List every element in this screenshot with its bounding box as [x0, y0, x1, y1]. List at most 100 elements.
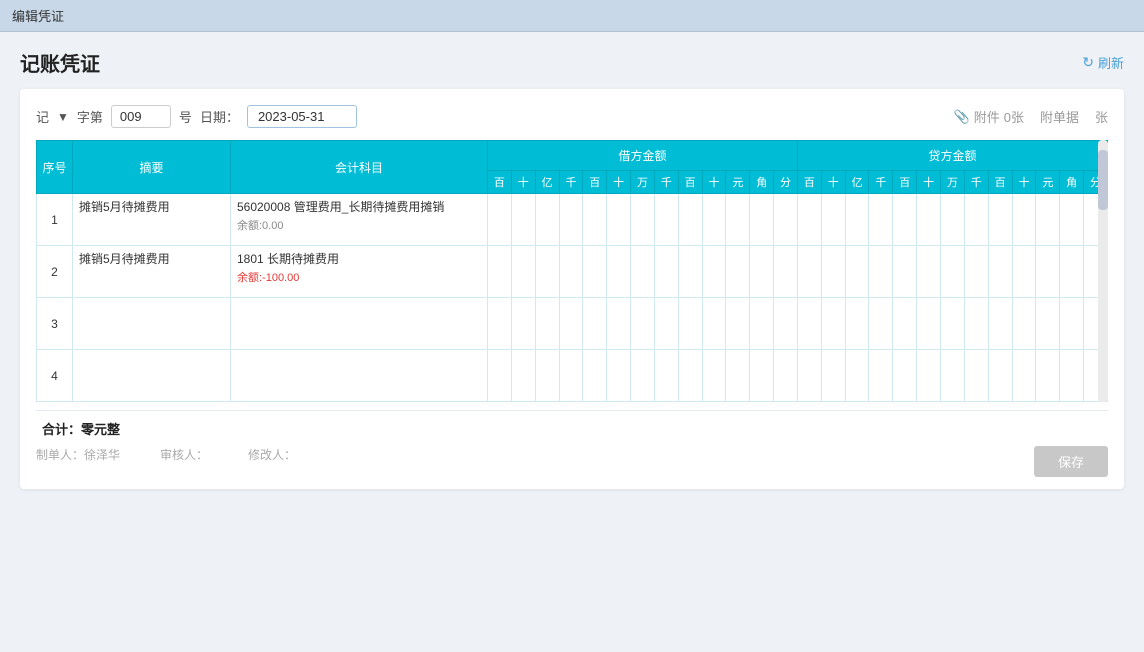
type-dropdown-arrow[interactable]: ▼	[57, 110, 69, 124]
row2-d12[interactable]	[750, 246, 774, 298]
row2-d7[interactable]	[631, 246, 655, 298]
row4-d3[interactable]	[535, 350, 559, 402]
row2-c9[interactable]	[988, 246, 1012, 298]
row4-c12[interactable]	[1060, 350, 1084, 402]
row4-c10[interactable]	[1012, 350, 1036, 402]
row4-c6[interactable]	[917, 350, 941, 402]
row2-d2[interactable]	[511, 246, 535, 298]
voucher-number-input[interactable]	[111, 105, 171, 128]
row3-d2[interactable]	[511, 298, 535, 350]
row1-d3[interactable]	[535, 194, 559, 246]
row2-c12[interactable]	[1060, 246, 1084, 298]
row2-c1[interactable]	[797, 246, 821, 298]
row3-c3[interactable]	[845, 298, 869, 350]
scrollbar-thumb[interactable]	[1098, 150, 1108, 210]
row3-c11[interactable]	[1036, 298, 1060, 350]
row2-c8[interactable]	[964, 246, 988, 298]
row1-c6[interactable]	[917, 194, 941, 246]
row3-c1[interactable]	[797, 298, 821, 350]
row2-summary[interactable]: 摊销5月待摊费用	[72, 246, 230, 298]
row3-c4[interactable]	[869, 298, 893, 350]
row3-c12[interactable]	[1060, 298, 1084, 350]
row2-d9[interactable]	[678, 246, 702, 298]
row2-account[interactable]: 1801 长期待摊费用 余额:-100.00	[230, 246, 487, 298]
row1-c7[interactable]	[941, 194, 965, 246]
row4-c11[interactable]	[1036, 350, 1060, 402]
row4-d12[interactable]	[750, 350, 774, 402]
row2-d1[interactable]	[487, 246, 511, 298]
row4-summary[interactable]	[72, 350, 230, 402]
row1-d12[interactable]	[750, 194, 774, 246]
row4-c4[interactable]	[869, 350, 893, 402]
row4-d11[interactable]	[726, 350, 750, 402]
row3-account[interactable]	[230, 298, 487, 350]
row4-d6[interactable]	[607, 350, 631, 402]
row4-d9[interactable]	[678, 350, 702, 402]
row4-account[interactable]	[230, 350, 487, 402]
row3-c7[interactable]	[941, 298, 965, 350]
row3-d7[interactable]	[631, 298, 655, 350]
row4-d7[interactable]	[631, 350, 655, 402]
row3-d9[interactable]	[678, 298, 702, 350]
row4-d8[interactable]	[654, 350, 678, 402]
row3-c6[interactable]	[917, 298, 941, 350]
row3-d11[interactable]	[726, 298, 750, 350]
row2-d10[interactable]	[702, 246, 726, 298]
row1-c8[interactable]	[964, 194, 988, 246]
row4-d13[interactable]	[774, 350, 798, 402]
row1-d13[interactable]	[774, 194, 798, 246]
row1-d2[interactable]	[511, 194, 535, 246]
row3-d10[interactable]	[702, 298, 726, 350]
row2-d8[interactable]	[654, 246, 678, 298]
row2-c11[interactable]	[1036, 246, 1060, 298]
row3-c9[interactable]	[988, 298, 1012, 350]
row1-c1[interactable]	[797, 194, 821, 246]
row1-c3[interactable]	[845, 194, 869, 246]
row4-c7[interactable]	[941, 350, 965, 402]
row2-d4[interactable]	[559, 246, 583, 298]
row1-c5[interactable]	[893, 194, 917, 246]
row3-d3[interactable]	[535, 298, 559, 350]
save-button[interactable]: 保存	[1034, 446, 1108, 477]
row4-d2[interactable]	[511, 350, 535, 402]
row3-d5[interactable]	[583, 298, 607, 350]
row1-c4[interactable]	[869, 194, 893, 246]
row1-d10[interactable]	[702, 194, 726, 246]
row3-summary[interactable]	[72, 298, 230, 350]
row4-c8[interactable]	[964, 350, 988, 402]
row3-c8[interactable]	[964, 298, 988, 350]
row2-c4[interactable]	[869, 246, 893, 298]
row2-c7[interactable]	[941, 246, 965, 298]
row1-c2[interactable]	[821, 194, 845, 246]
row4-d10[interactable]	[702, 350, 726, 402]
row4-c9[interactable]	[988, 350, 1012, 402]
row1-d4[interactable]	[559, 194, 583, 246]
row3-d8[interactable]	[654, 298, 678, 350]
date-input[interactable]	[247, 105, 357, 128]
row1-d7[interactable]	[631, 194, 655, 246]
row2-d3[interactable]	[535, 246, 559, 298]
row3-d12[interactable]	[750, 298, 774, 350]
row1-summary[interactable]: 摊销5月待摊费用	[72, 194, 230, 246]
row2-d6[interactable]	[607, 246, 631, 298]
row3-d13[interactable]	[774, 298, 798, 350]
row1-d9[interactable]	[678, 194, 702, 246]
row3-d6[interactable]	[607, 298, 631, 350]
row1-account[interactable]: 56020008 管理费用_长期待摊费用摊销 余额:0.00	[230, 194, 487, 246]
row4-c1[interactable]	[797, 350, 821, 402]
scrollbar-track[interactable]	[1098, 140, 1108, 402]
row1-d6[interactable]	[607, 194, 631, 246]
row3-c10[interactable]	[1012, 298, 1036, 350]
row4-d5[interactable]	[583, 350, 607, 402]
row1-d1[interactable]	[487, 194, 511, 246]
row3-d4[interactable]	[559, 298, 583, 350]
row4-d1[interactable]	[487, 350, 511, 402]
row1-c10[interactable]	[1012, 194, 1036, 246]
row3-c5[interactable]	[893, 298, 917, 350]
row1-c12[interactable]	[1060, 194, 1084, 246]
row3-c2[interactable]	[821, 298, 845, 350]
row1-c11[interactable]	[1036, 194, 1060, 246]
row1-c9[interactable]	[988, 194, 1012, 246]
row2-c5[interactable]	[893, 246, 917, 298]
row4-c5[interactable]	[893, 350, 917, 402]
